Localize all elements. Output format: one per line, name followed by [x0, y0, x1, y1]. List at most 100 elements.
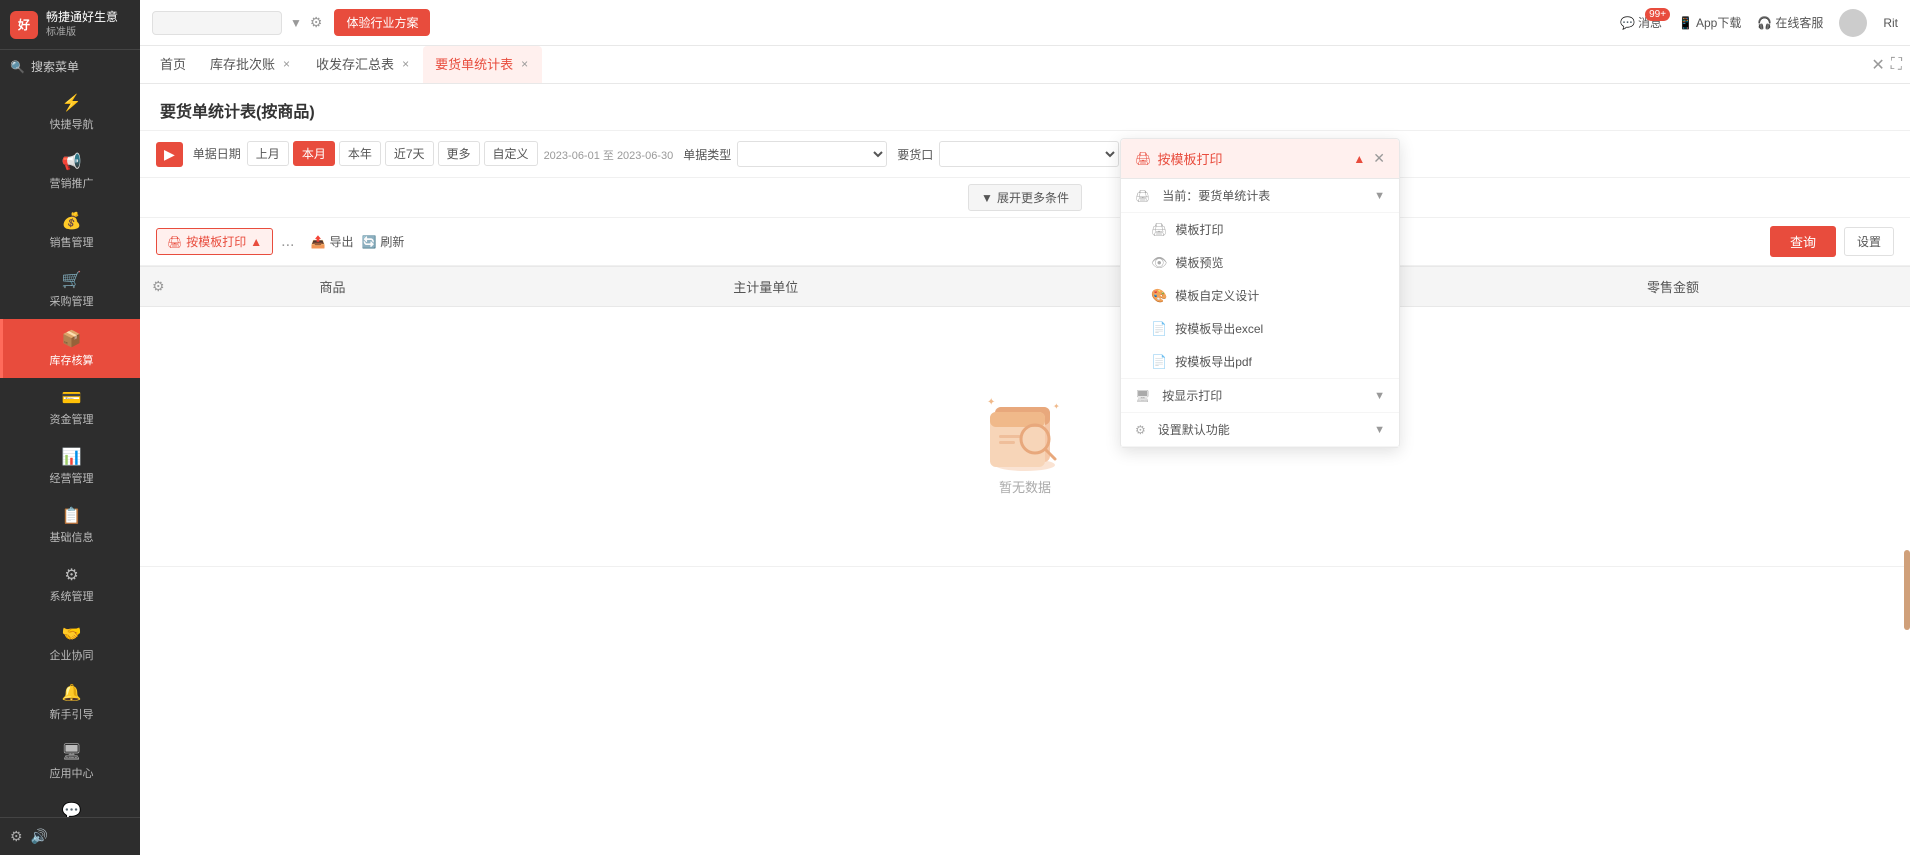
- sidebar-item-quick-nav[interactable]: ⚡ 快捷导航: [0, 83, 140, 142]
- operations-icon: 📊: [62, 447, 82, 467]
- print-dropdown: 🖨 按模板打印 ▲ ✕ 🖨 当前：要货单统计表 ▼ 🖨 模板打印 👁 模板预览 …: [1120, 138, 1400, 448]
- dropdown-item-template-preview[interactable]: 👁 模板预览: [1121, 246, 1399, 279]
- empty-state-cell: ✦ ✦ 暂无数据: [140, 307, 1910, 567]
- quick-nav-icon: ⚡: [62, 93, 82, 113]
- filter-date-buttons: 上月 本月 本年 近7天 更多 自定义: [247, 141, 538, 166]
- sidebar-item-inventory[interactable]: 📦 库存核算: [0, 319, 140, 378]
- filter-date-last-month[interactable]: 上月: [247, 141, 289, 166]
- messages-btn[interactable]: 💬 消息 99+: [1620, 14, 1662, 31]
- filter-yaohuo-select[interactable]: [939, 141, 1119, 167]
- sidebar: 好 畅捷通好生意 标准版 🔍 搜索菜单 ⚡ 快捷导航 📢 营销推广 💰 销售管理…: [0, 0, 140, 855]
- filter-date-label: 单据日期: [193, 145, 241, 162]
- sidebar-item-label: 资金管理: [50, 411, 94, 427]
- filter-expand-btn[interactable]: ▶: [156, 142, 183, 167]
- dropdown-item-label: 模板自定义设计: [1175, 287, 1259, 304]
- filter-date-this-year[interactable]: 本年: [339, 141, 381, 166]
- username-label[interactable]: Rit: [1883, 16, 1898, 30]
- dropdown-header-left: 🖨 按模板打印: [1135, 149, 1223, 168]
- filter-date-7days[interactable]: 近7天: [385, 141, 434, 166]
- sidebar-item-collab[interactable]: 🤝 企业协同: [0, 614, 140, 673]
- sidebar-item-wechat[interactable]: 💬 企业微信: [0, 791, 140, 817]
- sidebar-item-operations[interactable]: 📊 经营管理: [0, 437, 140, 496]
- more-options-icon[interactable]: ...: [281, 233, 294, 251]
- tab-home[interactable]: 首页: [148, 46, 198, 83]
- sidebar-item-marketing[interactable]: 📢 营销推广: [0, 142, 140, 201]
- expand-more-btn[interactable]: ▼ 展开更多条件: [968, 184, 1082, 211]
- topbar-dropdown-arrow[interactable]: ▼: [290, 16, 302, 30]
- query-btn[interactable]: 查询: [1770, 226, 1836, 257]
- dropdown-item-template-design[interactable]: 🎨 模板自定义设计: [1121, 279, 1399, 312]
- tab-expand-icon[interactable]: ⛶: [1891, 56, 1902, 74]
- tab-receivables-summary-label: 收发存汇总表: [316, 54, 394, 73]
- tab-order-stats[interactable]: 要货单统计表 ×: [423, 46, 542, 83]
- export-btn[interactable]: 📤 导出: [310, 233, 353, 250]
- sidebar-item-finance[interactable]: 💳 资金管理: [0, 378, 140, 437]
- table-gear-icon[interactable]: ⚙: [152, 278, 165, 294]
- tab-inventory-batch-close[interactable]: ×: [281, 56, 292, 72]
- print-btn[interactable]: 🖨 按模板打印 ▲: [156, 228, 273, 255]
- sidebar-item-sales[interactable]: 💰 销售管理: [0, 201, 140, 260]
- tab-receivables-summary[interactable]: 收发存汇总表 ×: [304, 46, 423, 83]
- dropdown-item-template-print[interactable]: 🖨 模板打印: [1121, 213, 1399, 246]
- refresh-btn[interactable]: 🔄 刷新: [361, 233, 404, 250]
- dropdown-item-label: 按模板导出pdf: [1175, 353, 1252, 370]
- dropdown-close-icon[interactable]: ✕: [1373, 150, 1385, 167]
- print-label: 按模板打印: [186, 233, 246, 250]
- audio-icon[interactable]: 🔊: [31, 828, 48, 845]
- app-download-btn[interactable]: 📱 App下载: [1678, 14, 1741, 31]
- page-title: 要货单统计表(按商品): [140, 84, 1910, 131]
- search-menu[interactable]: 🔍 搜索菜单: [0, 50, 140, 83]
- page-inner: 要货单统计表(按商品) ▶ 单据日期 上月 本月 本年 近7天 更多 自定义 2: [140, 84, 1910, 855]
- template-export-excel-icon: 📄: [1151, 321, 1167, 337]
- dropdown-chevron-up-icon[interactable]: ▲: [1353, 152, 1365, 166]
- sidebar-item-basic-info[interactable]: 📋 基础信息: [0, 496, 140, 555]
- filter-date-range: 2023-06-01 至 2023-06-30: [544, 147, 674, 163]
- table-header-gear[interactable]: ⚙: [140, 267, 177, 307]
- data-table: ⚙ 商品 主计量单位 主数量 零售金额: [140, 266, 1910, 567]
- service-label: 在线客服: [1775, 14, 1823, 31]
- dropdown-display-print-item[interactable]: 🖥 按显示打印 ▼: [1121, 379, 1399, 412]
- search-label: 搜索菜单: [31, 58, 79, 75]
- table-header-amount: 零售金额: [1436, 267, 1910, 307]
- tab-order-stats-close[interactable]: ×: [519, 56, 530, 72]
- tab-inventory-batch-label: 库存批次账: [210, 54, 275, 73]
- sidebar-item-purchase[interactable]: 🛒 采购管理: [0, 260, 140, 319]
- topbar-gear-icon[interactable]: ⚙: [310, 14, 323, 31]
- dropdown-item-label: 模板打印: [1176, 221, 1224, 238]
- tab-receivables-summary-close[interactable]: ×: [400, 56, 411, 72]
- sidebar-item-new-guide[interactable]: 🔔 新手引导: [0, 673, 140, 732]
- user-avatar[interactable]: [1839, 9, 1867, 37]
- expand-more-label: 展开更多条件: [997, 189, 1069, 206]
- filter-date-this-month[interactable]: 本月: [293, 141, 335, 166]
- filter-date-more[interactable]: 更多: [438, 141, 480, 166]
- table-header-product: 商品: [177, 267, 489, 307]
- dropdown-default-func-item[interactable]: ⚙ 设置默认功能 ▼: [1121, 413, 1399, 446]
- dropdown-current-item[interactable]: 🖨 当前：要货单统计表 ▼: [1121, 179, 1399, 212]
- trial-btn[interactable]: 体验行业方案: [334, 9, 430, 36]
- setting-btn[interactable]: 设置: [1844, 227, 1894, 256]
- topbar-search-input[interactable]: [152, 11, 282, 35]
- dropdown-default-func-section: ⚙ 设置默认功能 ▼: [1121, 413, 1399, 447]
- dropdown-item-label: 模板预览: [1176, 254, 1224, 271]
- app-logo: 好 畅捷通好生意 标准版: [0, 0, 140, 50]
- filter-date-custom[interactable]: 自定义: [484, 141, 538, 166]
- tabs-bar: 首页 库存批次账 × 收发存汇总表 × 要货单统计表 × ✕ ⛶: [140, 46, 1910, 84]
- filter-type-select[interactable]: [737, 141, 887, 167]
- online-service-btn[interactable]: 🎧 在线客服: [1757, 14, 1823, 31]
- dropdown-item-template-export-pdf[interactable]: 📄 按模板导出pdf: [1121, 345, 1399, 378]
- dropdown-display-print-icon: 🖥: [1135, 389, 1150, 403]
- inventory-icon: 📦: [62, 329, 82, 349]
- settings-gear-icon[interactable]: ⚙: [10, 828, 23, 845]
- page-content: 要货单统计表(按商品) ▶ 单据日期 上月 本月 本年 近7天 更多 自定义 2: [140, 84, 1910, 855]
- sidebar-item-label: 新手引导: [50, 706, 94, 722]
- tab-inventory-batch[interactable]: 库存批次账 ×: [198, 46, 304, 83]
- sidebar-bottom: ⚙ 🔊: [0, 817, 140, 855]
- dropdown-item-template-export-excel[interactable]: 📄 按模板导出excel: [1121, 312, 1399, 345]
- sidebar-item-sys-mgmt[interactable]: ⚙ 系统管理: [0, 555, 140, 614]
- sys-mgmt-icon: ⚙: [64, 565, 78, 585]
- tab-close-all-icon[interactable]: ✕: [1871, 55, 1884, 75]
- dropdown-default-chevron: ▼: [1374, 424, 1385, 436]
- sidebar-item-app-center[interactable]: 🖥 应用中心: [0, 732, 140, 791]
- scrollbar-indicator[interactable]: [1904, 550, 1910, 630]
- svg-text:✦: ✦: [987, 397, 995, 408]
